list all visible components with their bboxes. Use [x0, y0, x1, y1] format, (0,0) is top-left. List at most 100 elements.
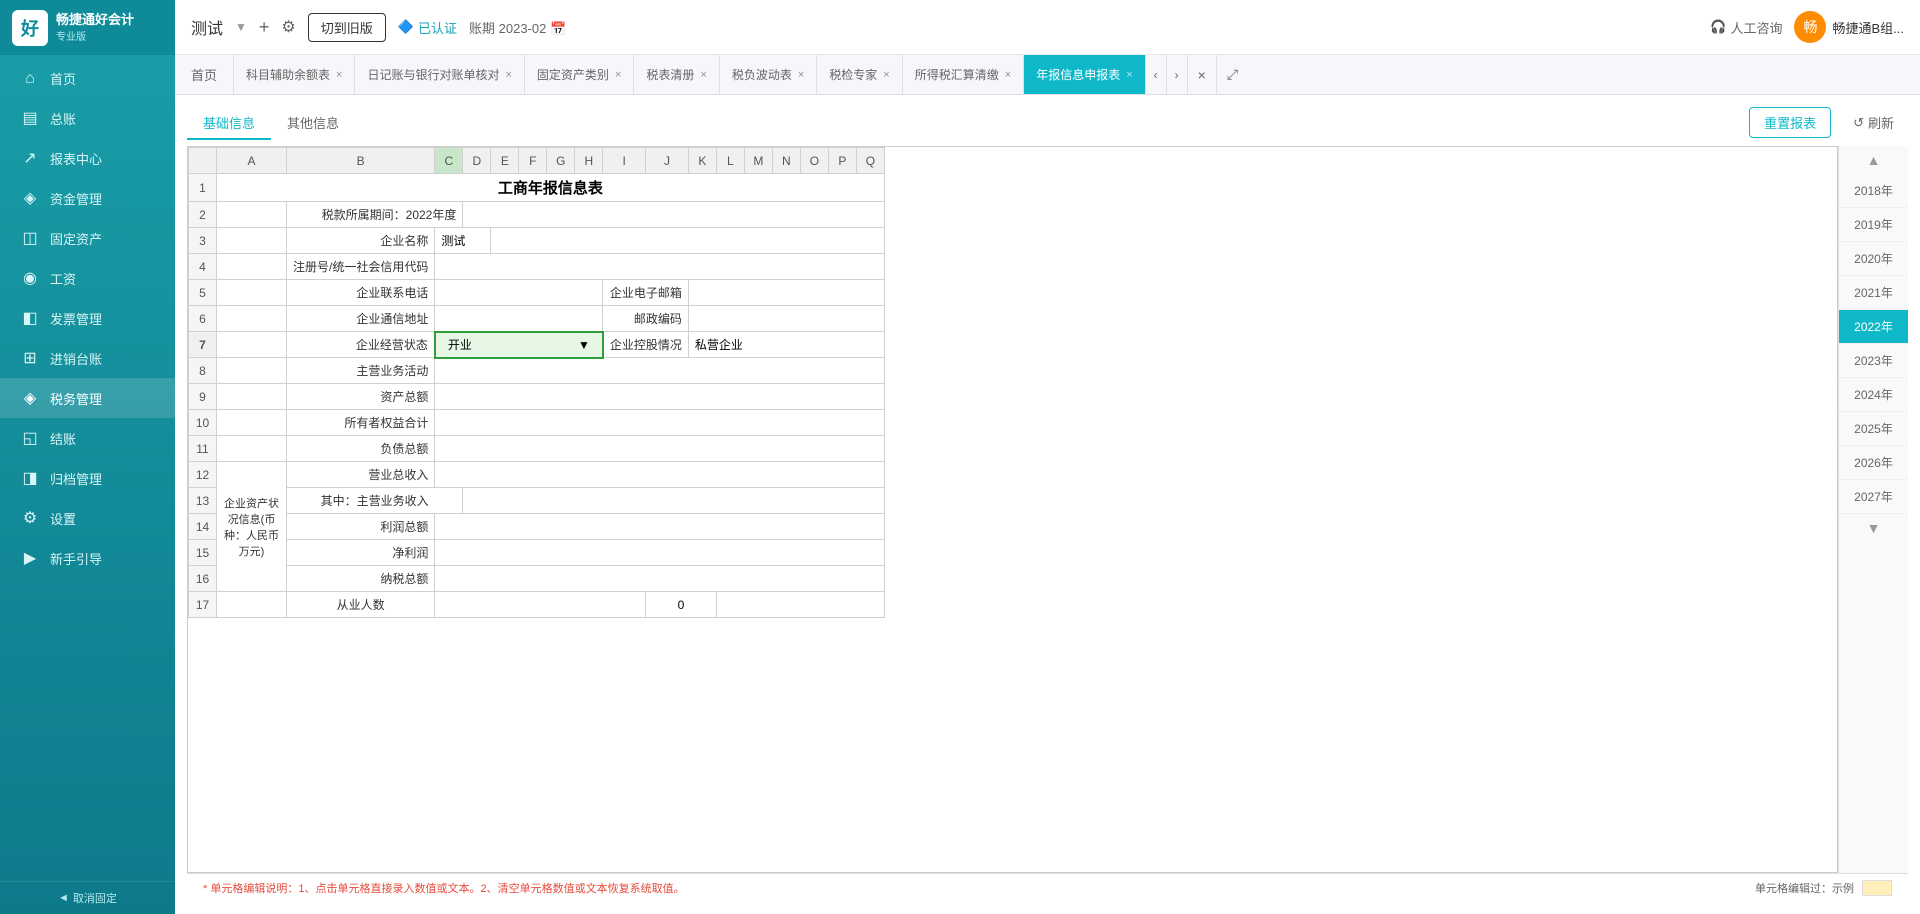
- col-header-h[interactable]: H: [575, 148, 603, 174]
- cell-3c[interactable]: 测试: [435, 228, 491, 254]
- col-header-j[interactable]: J: [646, 148, 689, 174]
- sidebar-item-guide[interactable]: ▶ 新手引导: [0, 538, 175, 578]
- cell-17l[interactable]: [716, 592, 884, 618]
- tab-close-icon[interactable]: ×: [700, 69, 706, 81]
- sidebar-item-archive[interactable]: ◨ 归档管理: [0, 458, 175, 498]
- spreadsheet[interactable]: A B C D E F G H I J K L: [187, 146, 1838, 873]
- customer-service-button[interactable]: 🎧 人工咨询: [1710, 18, 1782, 37]
- user-menu[interactable]: 畅 畅捷通B组...: [1794, 11, 1904, 43]
- cell-2d[interactable]: [463, 202, 885, 228]
- switch-old-version-button[interactable]: 切到旧版: [308, 13, 386, 42]
- sidebar-item-payroll[interactable]: ◉ 工资: [0, 258, 175, 298]
- tab-auxiliary-balance[interactable]: 科目辅助余额表 ×: [234, 55, 355, 94]
- year-item-2018[interactable]: 2018年: [1839, 174, 1908, 208]
- cell-17c[interactable]: [435, 592, 646, 618]
- col-header-a[interactable]: A: [217, 148, 287, 174]
- cell-16c[interactable]: [435, 566, 885, 592]
- col-header-q[interactable]: Q: [856, 148, 884, 174]
- tab-close-icon[interactable]: ×: [1005, 69, 1011, 81]
- col-header-e[interactable]: E: [491, 148, 519, 174]
- sub-tab-other[interactable]: 其他信息: [271, 107, 355, 140]
- tab-expand[interactable]: ⤢: [1217, 55, 1248, 94]
- tab-bank-reconcile[interactable]: 日记账与银行对账单核对 ×: [355, 55, 524, 94]
- cell-5c[interactable]: [435, 280, 603, 306]
- sidebar-item-funds[interactable]: ◈ 资金管理: [0, 178, 175, 218]
- col-header-c[interactable]: C: [435, 148, 463, 174]
- year-item-2026[interactable]: 2026年: [1839, 446, 1908, 480]
- sidebar-item-fixed-assets[interactable]: ◫ 固定资产: [0, 218, 175, 258]
- sidebar-collapse-button[interactable]: ◄ 取消固定: [0, 881, 175, 914]
- col-header-b[interactable]: B: [287, 148, 435, 174]
- cell-4c[interactable]: [435, 254, 885, 280]
- tab-close-icon[interactable]: ×: [336, 69, 342, 81]
- cell-11c[interactable]: [435, 436, 885, 462]
- year-nav-down-button[interactable]: ▼: [1839, 514, 1908, 542]
- sidebar-item-purchases[interactable]: ⊞ 进销台账: [0, 338, 175, 378]
- col-header-k[interactable]: K: [688, 148, 716, 174]
- col-header-n[interactable]: N: [772, 148, 800, 174]
- sidebar-item-settings[interactable]: ⚙ 设置: [0, 498, 175, 538]
- tab-income-tax[interactable]: 所得税汇算清缴 ×: [903, 55, 1024, 94]
- year-item-2022[interactable]: 2022年: [1839, 310, 1908, 344]
- year-item-2020[interactable]: 2020年: [1839, 242, 1908, 276]
- cell-13d[interactable]: [463, 488, 885, 514]
- year-item-2024[interactable]: 2024年: [1839, 378, 1908, 412]
- tab-close-all[interactable]: ×: [1188, 55, 1217, 94]
- col-header-i[interactable]: I: [603, 148, 646, 174]
- year-item-2019[interactable]: 2019年: [1839, 208, 1908, 242]
- cell-3e[interactable]: [491, 228, 885, 254]
- year-nav-up-button[interactable]: ▲: [1839, 146, 1908, 174]
- cell-15c[interactable]: [435, 540, 885, 566]
- col-header-f[interactable]: F: [519, 148, 547, 174]
- cell-14c[interactable]: [435, 514, 885, 540]
- tab-close-icon[interactable]: ×: [615, 69, 621, 81]
- year-item-2023[interactable]: 2023年: [1839, 344, 1908, 378]
- tab-tax-expert[interactable]: 税检专家 ×: [817, 55, 902, 94]
- sidebar-item-reports[interactable]: ↗ 报表中心: [0, 138, 175, 178]
- tab-home[interactable]: 首页: [175, 55, 234, 94]
- cell-9c[interactable]: [435, 384, 885, 410]
- cell-10c[interactable]: [435, 410, 885, 436]
- cell-7c[interactable]: 开业 ▼: [435, 332, 603, 358]
- sidebar-item-home[interactable]: ⌂ 首页: [0, 59, 175, 98]
- sidebar-item-close[interactable]: ◱ 结账: [0, 418, 175, 458]
- cell-2b[interactable]: 税款所属期间：2022年度: [287, 202, 463, 228]
- sidebar-item-tax[interactable]: ◈ 税务管理: [0, 378, 175, 418]
- tab-annual-report[interactable]: 年报信息申报表 ×: [1024, 55, 1145, 94]
- refresh-button[interactable]: ↺ 刷新: [1839, 107, 1908, 138]
- col-header-o[interactable]: O: [800, 148, 828, 174]
- tab-close-icon[interactable]: ×: [798, 69, 804, 81]
- tab-nav-next[interactable]: ›: [1167, 55, 1188, 94]
- add-tab-button[interactable]: +: [259, 17, 270, 38]
- sub-tab-basic[interactable]: 基础信息: [187, 107, 271, 140]
- tab-fixed-asset-category[interactable]: 固定资产类别 ×: [525, 55, 634, 94]
- year-item-2025[interactable]: 2025年: [1839, 412, 1908, 446]
- year-item-2021[interactable]: 2021年: [1839, 276, 1908, 310]
- cell-7l[interactable]: 私营企业: [688, 332, 884, 358]
- tab-close-icon[interactable]: ×: [883, 69, 889, 81]
- cell-5l[interactable]: [688, 280, 884, 306]
- cell-12c[interactable]: [435, 462, 885, 488]
- col-header-l[interactable]: L: [716, 148, 744, 174]
- col-header-m[interactable]: M: [744, 148, 772, 174]
- year-item-2027[interactable]: 2027年: [1839, 480, 1908, 514]
- sheet-title[interactable]: 工商年报信息表: [217, 174, 885, 202]
- cell-6l[interactable]: [688, 306, 884, 332]
- col-header-g[interactable]: G: [547, 148, 575, 174]
- settings-gear-button[interactable]: ⚙: [281, 17, 295, 37]
- cell-17j[interactable]: 0: [646, 592, 717, 618]
- col-header-d[interactable]: D: [463, 148, 491, 174]
- tab-nav-prev[interactable]: ‹: [1146, 55, 1167, 94]
- sidebar-item-ledger[interactable]: ▤ 总账: [0, 98, 175, 138]
- tab-tax-fluctuation[interactable]: 税负波动表 ×: [720, 55, 817, 94]
- tab-close-icon[interactable]: ×: [505, 69, 511, 81]
- module-dropdown-icon[interactable]: ▼: [235, 20, 247, 34]
- col-header-p[interactable]: P: [828, 148, 856, 174]
- row-num: 14: [189, 514, 217, 540]
- sidebar-item-invoice[interactable]: ◧ 发票管理: [0, 298, 175, 338]
- tab-tax-list[interactable]: 税表清册 ×: [634, 55, 719, 94]
- tab-close-active-icon[interactable]: ×: [1126, 69, 1132, 81]
- cell-8c[interactable]: [435, 358, 885, 384]
- cell-6c[interactable]: [435, 306, 603, 332]
- reset-report-button[interactable]: 重置报表: [1749, 107, 1831, 138]
